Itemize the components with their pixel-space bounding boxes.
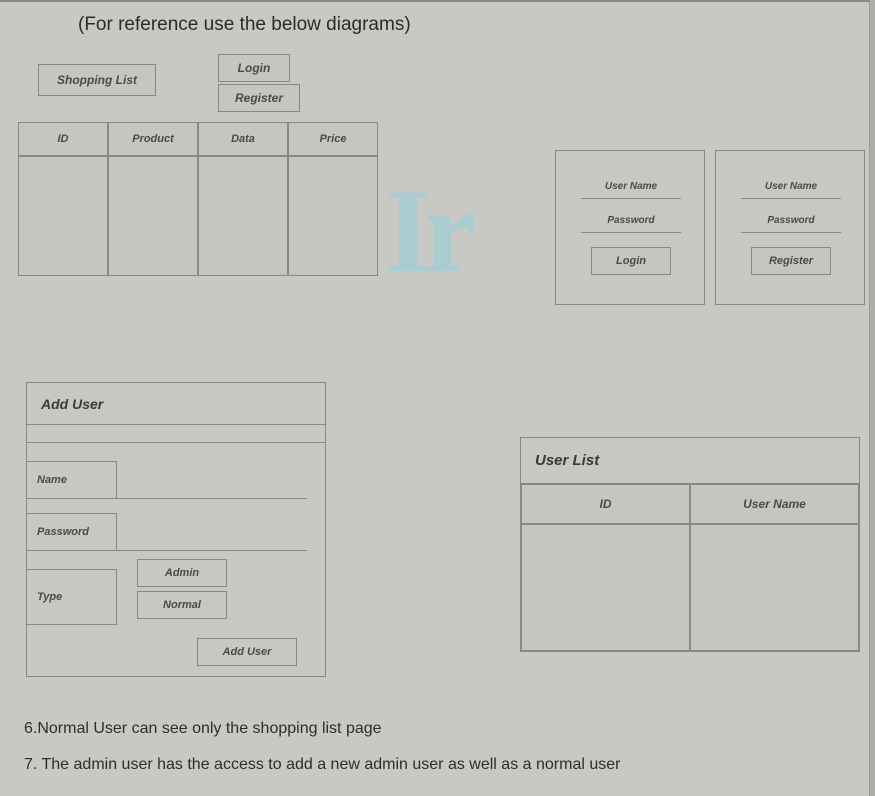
reference-heading: (For reference use the below diagrams) bbox=[78, 14, 411, 36]
table-header-row: ID Product Data Price bbox=[18, 122, 378, 156]
watermark: Ir bbox=[385, 162, 469, 300]
register-submit-button[interactable]: Register bbox=[751, 247, 831, 275]
cell-empty bbox=[288, 156, 378, 276]
col-price: Price bbox=[288, 122, 378, 156]
name-input[interactable] bbox=[117, 461, 307, 499]
password-row: Password bbox=[27, 513, 325, 551]
table-body-row bbox=[18, 156, 378, 276]
note-6: 6.Normal User can see only the shopping … bbox=[24, 720, 382, 738]
col-id: ID bbox=[521, 484, 690, 524]
user-list-body bbox=[521, 524, 859, 651]
document-page: (For reference use the below diagrams) I… bbox=[0, 0, 870, 796]
login-form: User Name Password Login bbox=[555, 150, 705, 305]
username-field[interactable]: User Name bbox=[741, 175, 841, 199]
user-list-header: ID User Name bbox=[521, 484, 859, 524]
add-user-title: Add User bbox=[27, 383, 325, 425]
cell-empty bbox=[108, 156, 198, 276]
type-option-normal[interactable]: Normal bbox=[137, 591, 227, 619]
shopping-list-title: Shopping List bbox=[38, 64, 156, 96]
password-field[interactable]: Password bbox=[741, 209, 841, 233]
cell-empty bbox=[18, 156, 108, 276]
col-id: ID bbox=[18, 122, 108, 156]
col-data: Data bbox=[198, 122, 288, 156]
add-user-form: Add User Name Password Type Admin Normal… bbox=[26, 382, 326, 677]
username-field[interactable]: User Name bbox=[581, 175, 681, 199]
add-user-submit-button[interactable]: Add User bbox=[197, 638, 297, 666]
name-label: Name bbox=[27, 461, 117, 499]
col-username: User Name bbox=[690, 484, 859, 524]
spacer bbox=[27, 425, 325, 443]
password-input[interactable] bbox=[117, 513, 307, 551]
type-option-admin[interactable]: Admin bbox=[137, 559, 227, 587]
user-list-table: User List ID User Name bbox=[520, 437, 860, 652]
cell-empty bbox=[690, 524, 859, 651]
type-label: Type bbox=[27, 569, 117, 625]
register-form: User Name Password Register bbox=[715, 150, 865, 305]
user-list-title: User List bbox=[521, 438, 859, 484]
cell-empty bbox=[521, 524, 690, 651]
col-product: Product bbox=[108, 122, 198, 156]
login-submit-button[interactable]: Login bbox=[591, 247, 671, 275]
password-field[interactable]: Password bbox=[581, 209, 681, 233]
name-row: Name bbox=[27, 461, 325, 499]
password-label: Password bbox=[27, 513, 117, 551]
type-options: Admin Normal bbox=[137, 559, 227, 623]
register-button[interactable]: Register bbox=[218, 84, 300, 112]
login-button[interactable]: Login bbox=[218, 54, 290, 82]
shopping-table: ID Product Data Price bbox=[18, 122, 378, 276]
note-7: 7. The admin user has the access to add … bbox=[24, 756, 620, 774]
cell-empty bbox=[198, 156, 288, 276]
